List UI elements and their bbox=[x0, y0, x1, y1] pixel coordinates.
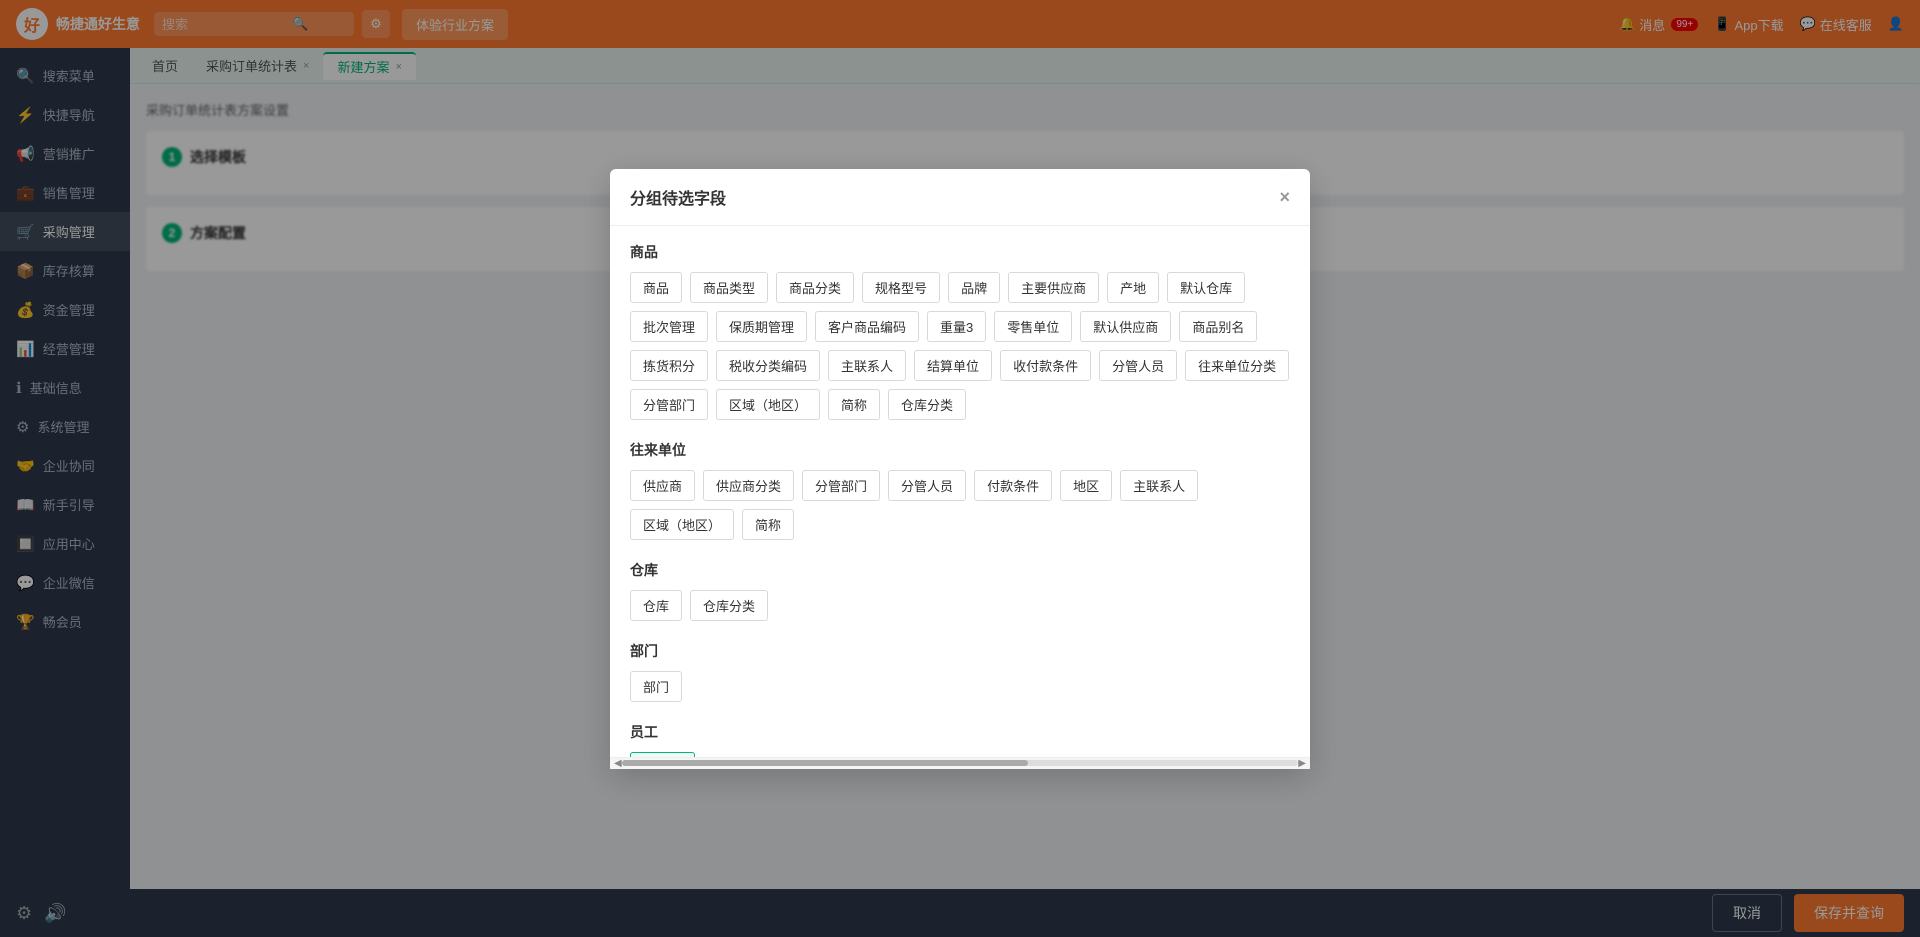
section-staff: 员工 业务员 bbox=[630, 722, 1290, 757]
field-supplier-cat[interactable]: 供应商分类 bbox=[703, 470, 794, 501]
field-weight3[interactable]: 重量3 bbox=[927, 311, 986, 342]
modal-overlay: 分组待选字段 × 商品 商品 商品类型 商品分类 规格型号 品牌 主要供应商 产… bbox=[0, 0, 1920, 937]
modal-body: 商品 商品 商品类型 商品分类 规格型号 品牌 主要供应商 产地 默认仓库 批次… bbox=[610, 226, 1310, 757]
section-partner-title: 往来单位 bbox=[630, 440, 1290, 460]
field-dept[interactable]: 分管部门 bbox=[802, 470, 880, 501]
field-goods-alias[interactable]: 商品别名 bbox=[1179, 311, 1257, 342]
field-default-warehouse[interactable]: 默认仓库 bbox=[1167, 272, 1245, 303]
scroll-right-arrow[interactable]: ▶ bbox=[1298, 758, 1306, 769]
field-payment-cond[interactable]: 付款条件 bbox=[974, 470, 1052, 501]
section-goods-title: 商品 bbox=[630, 242, 1290, 262]
field-short-name[interactable]: 简称 bbox=[828, 389, 880, 420]
field-from-unit-cat[interactable]: 往来单位分类 bbox=[1185, 350, 1289, 381]
section-warehouse: 仓库 仓库 仓库分类 bbox=[630, 560, 1290, 621]
section-warehouse-title: 仓库 bbox=[630, 560, 1290, 580]
modal-dialog: 分组待选字段 × 商品 商品 商品类型 商品分类 规格型号 品牌 主要供应商 产… bbox=[610, 169, 1310, 769]
field-payment-terms[interactable]: 收付款条件 bbox=[1000, 350, 1091, 381]
field-dept-field[interactable]: 部门 bbox=[630, 671, 682, 702]
field-area2[interactable]: 区域（地区） bbox=[630, 509, 734, 540]
scroll-left-arrow[interactable]: ◀ bbox=[614, 758, 622, 769]
field-warehouse-category[interactable]: 仓库分类 bbox=[888, 389, 966, 420]
field-pick-points[interactable]: 拣货积分 bbox=[630, 350, 708, 381]
field-short-name2[interactable]: 简称 bbox=[742, 509, 794, 540]
field-spec-type[interactable]: 规格型号 bbox=[862, 272, 940, 303]
field-goods[interactable]: 商品 bbox=[630, 272, 682, 303]
field-brand[interactable]: 品牌 bbox=[948, 272, 1000, 303]
field-warehouse[interactable]: 仓库 bbox=[630, 590, 682, 621]
field-region[interactable]: 地区 bbox=[1060, 470, 1112, 501]
modal-horizontal-scrollbar[interactable]: ◀ ▶ bbox=[610, 757, 1310, 769]
modal-header: 分组待选字段 × bbox=[610, 169, 1310, 226]
field-retail-unit[interactable]: 零售单位 bbox=[994, 311, 1072, 342]
section-warehouse-tags: 仓库 仓库分类 bbox=[630, 590, 1290, 621]
section-dept-title: 部门 bbox=[630, 641, 1290, 661]
field-default-supplier[interactable]: 默认供应商 bbox=[1080, 311, 1171, 342]
field-main-contact[interactable]: 主联系人 bbox=[828, 350, 906, 381]
field-batch-mgmt[interactable]: 批次管理 bbox=[630, 311, 708, 342]
modal-title: 分组待选字段 bbox=[630, 185, 726, 209]
field-tax-code[interactable]: 税收分类编码 bbox=[716, 350, 820, 381]
field-manager[interactable]: 分管人员 bbox=[1099, 350, 1177, 381]
field-customer-code[interactable]: 客户商品编码 bbox=[815, 311, 919, 342]
field-supplier[interactable]: 供应商 bbox=[630, 470, 695, 501]
field-warehouse-cat[interactable]: 仓库分类 bbox=[690, 590, 768, 621]
field-shelf-life[interactable]: 保质期管理 bbox=[716, 311, 807, 342]
field-goods-type[interactable]: 商品类型 bbox=[690, 272, 768, 303]
section-goods-tags: 商品 商品类型 商品分类 规格型号 品牌 主要供应商 产地 默认仓库 批次管理 … bbox=[630, 272, 1290, 420]
field-main-contact2[interactable]: 主联系人 bbox=[1120, 470, 1198, 501]
section-partner-tags: 供应商 供应商分类 分管部门 分管人员 付款条件 地区 主联系人 区域（地区） … bbox=[630, 470, 1290, 540]
scroll-track bbox=[622, 760, 1299, 766]
field-main-supplier[interactable]: 主要供应商 bbox=[1008, 272, 1099, 303]
field-dept-manager[interactable]: 分管人员 bbox=[888, 470, 966, 501]
field-goods-category[interactable]: 商品分类 bbox=[776, 272, 854, 303]
section-partner: 往来单位 供应商 供应商分类 分管部门 分管人员 付款条件 地区 主联系人 区域… bbox=[630, 440, 1290, 540]
field-origin[interactable]: 产地 bbox=[1107, 272, 1159, 303]
section-staff-title: 员工 bbox=[630, 722, 1290, 742]
scroll-thumb bbox=[622, 760, 1028, 766]
section-dept-tags: 部门 bbox=[630, 671, 1290, 702]
field-area-region[interactable]: 区域（地区） bbox=[716, 389, 820, 420]
modal-close-button[interactable]: × bbox=[1279, 188, 1290, 206]
section-goods: 商品 商品 商品类型 商品分类 规格型号 品牌 主要供应商 产地 默认仓库 批次… bbox=[630, 242, 1290, 420]
section-dept: 部门 部门 bbox=[630, 641, 1290, 702]
field-settlement-unit[interactable]: 结算单位 bbox=[914, 350, 992, 381]
field-managed-dept[interactable]: 分管部门 bbox=[630, 389, 708, 420]
